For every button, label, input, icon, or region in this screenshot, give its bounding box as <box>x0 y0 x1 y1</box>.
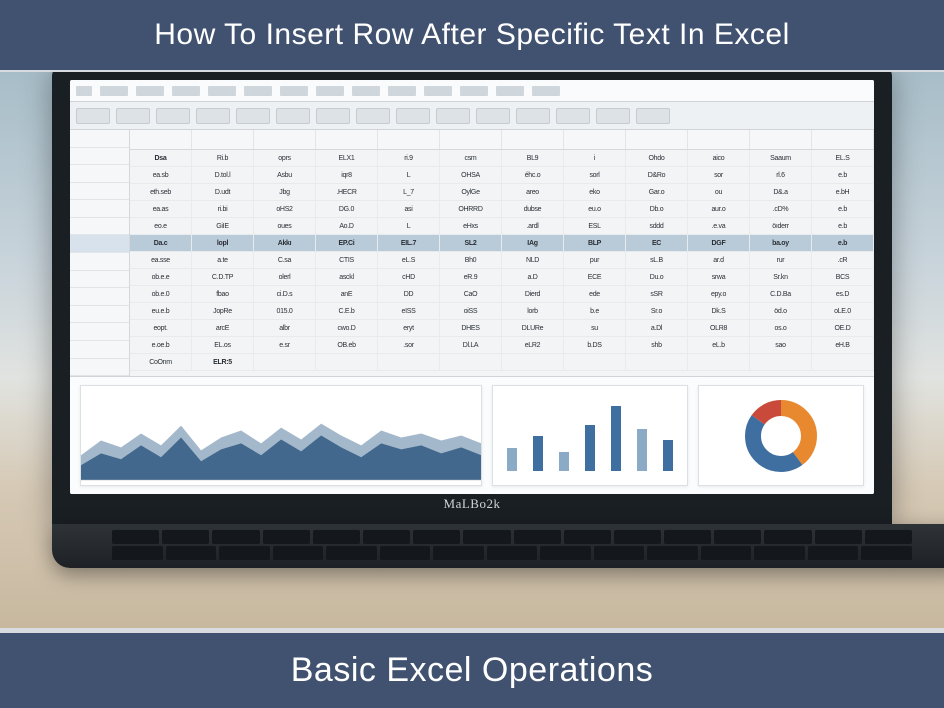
donut-chart <box>698 385 864 486</box>
title-banner-top: How To Insert Row After Specific Text In… <box>0 0 944 70</box>
table-row: eth.sebD.udtJbg.HECRL_7OylGeareoekoGar.o… <box>130 184 874 201</box>
table-row: ea.asri.bioHS2DG.0asiOHRRDdubseeu.oDb.oa… <box>130 201 874 218</box>
laptop-base <box>52 524 944 568</box>
keyboard <box>112 530 912 560</box>
chart-panel <box>70 376 874 494</box>
table-row: DsaRi.boprsELX1ri.9csmBL9iOhdoaicoSaaumE… <box>130 150 874 167</box>
table-row: CoOnmELR:5 <box>130 354 874 371</box>
laptop-screen: DsaRi.boprsELX1ri.9csmBL9iOhdoaicoSaaumE… <box>70 80 874 494</box>
table-row: eu.e.bJopRe015.0C.E.beISSoiSSlorbb.eSr.o… <box>130 303 874 320</box>
row-headers <box>70 130 130 376</box>
table-row-selected: Da.cloplAkkıEP.CiEIL.7SL2IAgBLPECDGFba.o… <box>130 235 874 252</box>
title-text: How To Insert Row After Specific Text In… <box>154 18 789 51</box>
grid-main: DsaRi.boprsELX1ri.9csmBL9iOhdoaicoSaaumE… <box>130 130 874 376</box>
grid-rows: DsaRi.boprsELX1ri.9csmBL9iOhdoaicoSaaumE… <box>130 150 874 376</box>
laptop-logo: MaLBo2k <box>70 494 874 514</box>
table-row: ea.sbD.tol.lAsbuiqr8LOHSAéhc.osorlD&Roso… <box>130 167 874 184</box>
table-row: ea.ssea.teC.saCTISeL.SBh0NLDpursL.Bar.dr… <box>130 252 874 269</box>
excel-ribbon <box>70 80 874 102</box>
area-chart <box>80 385 482 486</box>
table-row: eo.eGiIEouesAo.DLeHxs.ardlESLsddd.e.vaöı… <box>130 218 874 235</box>
spreadsheet-grid: DsaRi.boprsELX1ri.9csmBL9iOhdoaicoSaaumE… <box>70 130 874 376</box>
title-banner-bottom: Basic Excel Operations <box>0 633 944 708</box>
column-headers <box>130 130 874 150</box>
laptop: DsaRi.boprsELX1ri.9csmBL9iOhdoaicoSaaumE… <box>52 72 892 568</box>
bar-chart <box>492 385 688 486</box>
hero-scene: DsaRi.boprsELX1ri.9csmBL9iOhdoaicoSaaumE… <box>0 72 944 628</box>
excel-toolbar <box>70 102 874 130</box>
table-row: e.oe.bEL.ose.srOB.eb.sorDl.LAeLR2b.DSshb… <box>130 337 874 354</box>
laptop-bezel: DsaRi.boprsELX1ri.9csmBL9iOhdoaicoSaaumE… <box>52 72 892 524</box>
subtitle-text: Basic Excel Operations <box>291 651 654 689</box>
table-row: ob.e.0fbaoci.D.sanEDDCaODierdedesSRepy.o… <box>130 286 874 303</box>
table-row: ob.e.eC.D.TPolerlascklcHDeR.9a.DECEDu.os… <box>130 269 874 286</box>
table-row: eopt.arcEalbrcwo.DerytDHESDLUResua.DlOLR… <box>130 320 874 337</box>
